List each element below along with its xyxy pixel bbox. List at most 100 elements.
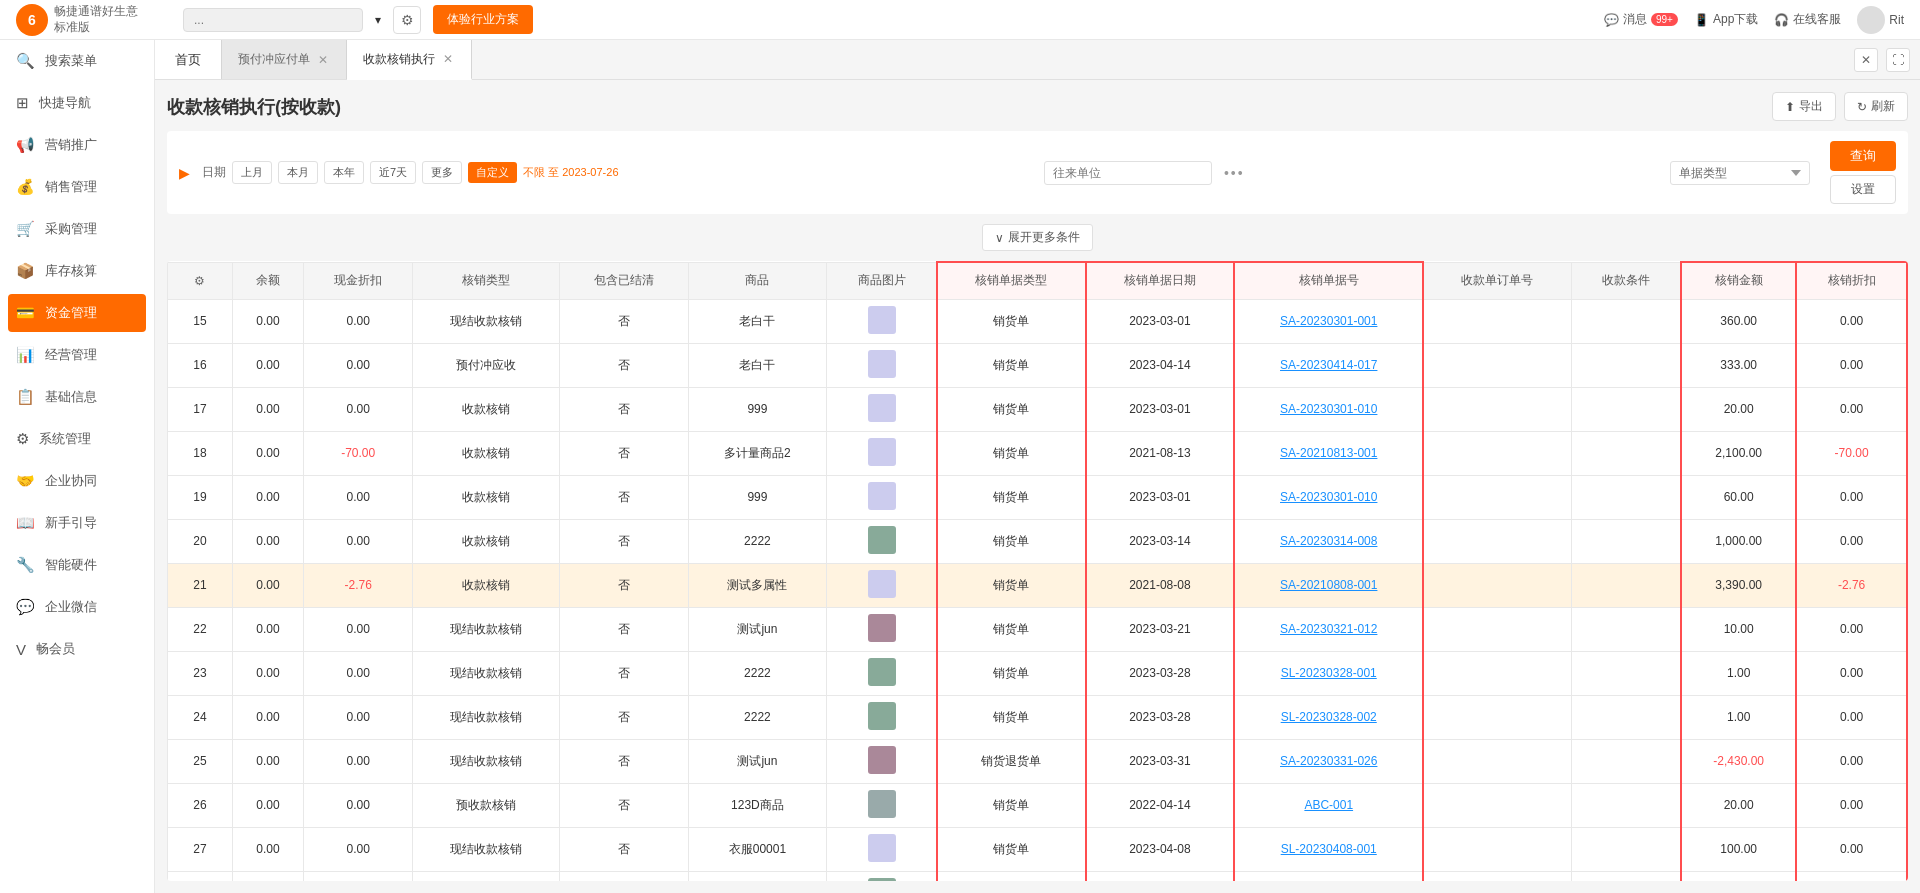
last7-btn[interactable]: 近7天 [370, 161, 416, 184]
sidebar-item-sales[interactable]: 💰 销售管理 [0, 166, 154, 208]
bill-no-link[interactable]: ABC-001 [1304, 798, 1353, 812]
bill-no-link[interactable]: SA-20230301-001 [1280, 314, 1377, 328]
row-payment-cond [1571, 607, 1681, 651]
row-payment-cond [1571, 299, 1681, 343]
more-btn[interactable]: 更多 [422, 161, 462, 184]
tab-bar-right: ✕ ⛶ [1854, 40, 1920, 79]
row-amount: 60.00 [1681, 475, 1796, 519]
tab-collection[interactable]: 收款核销执行 ✕ [347, 40, 472, 80]
sidebar-item-hardware[interactable]: 🔧 智能硬件 [0, 544, 154, 586]
row-amount: 10.00 [1681, 607, 1796, 651]
sidebar-item-search[interactable]: 🔍 搜索菜单 [0, 40, 154, 82]
settings-icon[interactable]: ⚙ [190, 271, 210, 291]
bill-no-link[interactable]: SA-20210808-001 [1280, 578, 1377, 592]
export-button[interactable]: ⬆ 导出 [1772, 92, 1836, 121]
row-type: 现结收款核销 [413, 607, 560, 651]
col-payment-cond: 收款条件 [1571, 262, 1681, 299]
tab-home[interactable]: 首页 [155, 40, 222, 79]
col-settings[interactable]: ⚙ [168, 262, 233, 299]
row-type: 收款核销 [413, 387, 560, 431]
bill-no-link[interactable]: SA-20230314-008 [1280, 534, 1377, 548]
bill-no-link[interactable]: SL-20230328-002 [1281, 710, 1377, 724]
row-bill-date: 2023-03-01 [1086, 299, 1235, 343]
row-order-no [1423, 519, 1571, 563]
bill-no-link[interactable]: SA-20230331-026 [1280, 754, 1377, 768]
row-bill-date: 2022-04-14 [1086, 783, 1235, 827]
row-img [827, 343, 937, 387]
col-balance: 余额 [232, 262, 303, 299]
row-order-no [1423, 695, 1571, 739]
maximize-button[interactable]: ⛶ [1886, 48, 1910, 72]
sidebar-item-purchase[interactable]: 🛒 采购管理 [0, 208, 154, 250]
row-bill-date: 2023-04-08 [1086, 827, 1235, 871]
bill-no-link[interactable]: SA-20230321-012 [1280, 622, 1377, 636]
sidebar: 🔍 搜索菜单 ⊞ 快捷导航 📢 营销推广 💰 销售管理 🛒 采购管理 📦 库存核… [0, 40, 155, 893]
page-content: 收款核销执行(按收款) ⬆ 导出 ↻ 刷新 ▶ 日期 上月 [155, 80, 1920, 893]
table-row: 25 0.00 0.00 现结收款核销 否 测试jun 销货退货单 2023-0… [168, 739, 1908, 783]
hardware-icon: 🔧 [16, 556, 35, 574]
expand-arrow[interactable]: ▶ [179, 165, 190, 181]
row-settled: 否 [560, 739, 688, 783]
this-month-btn[interactable]: 本月 [278, 161, 318, 184]
close-window-button[interactable]: ✕ [1854, 48, 1878, 72]
sidebar-item-marketing[interactable]: 📢 营销推广 [0, 124, 154, 166]
row-num: 26 [168, 783, 233, 827]
expand-more-btn[interactable]: ∨ 展开更多条件 [982, 224, 1093, 251]
row-num: 15 [168, 299, 233, 343]
row-cash-discount: 0.00 [304, 739, 413, 783]
breadcrumb-input[interactable] [183, 8, 363, 32]
row-discount: 0.00 [1796, 739, 1907, 783]
bill-no-link[interactable]: SA-20230414-017 [1280, 358, 1377, 372]
row-img [827, 299, 937, 343]
tab-collection-close[interactable]: ✕ [441, 50, 455, 68]
user-area[interactable]: Rit [1857, 6, 1904, 34]
bill-type-select[interactable]: 单据类型 [1670, 161, 1810, 185]
bill-no-link[interactable]: SA-20210813-001 [1280, 446, 1377, 460]
query-button[interactable]: 查询 [1830, 141, 1896, 171]
bill-no-link[interactable]: SL-20230328-001 [1281, 666, 1377, 680]
row-num: 16 [168, 343, 233, 387]
solution-button[interactable]: 体验行业方案 [433, 5, 533, 34]
row-payment-cond [1571, 739, 1681, 783]
top-bar: 6 畅捷通谱好生意 标准版 ▾ ⚙ 体验行业方案 💬 消息 99+ 📱 App下… [0, 0, 1920, 40]
sidebar-item-finance[interactable]: 💳 资金管理 [8, 294, 146, 332]
partner-input[interactable] [1044, 161, 1212, 185]
date-range-text: 不限 至 2023-07-26 [523, 165, 618, 180]
app-download-button[interactable]: 📱 App下载 [1694, 11, 1758, 28]
sidebar-item-system[interactable]: ⚙ 系统管理 [0, 418, 154, 460]
sidebar-item-inventory[interactable]: 📦 库存核算 [0, 250, 154, 292]
bill-no-link[interactable]: SA-20230301-010 [1280, 490, 1377, 504]
refresh-button[interactable]: ↻ 刷新 [1844, 92, 1908, 121]
custom-btn[interactable]: 自定义 [468, 162, 517, 183]
sidebar-item-basic[interactable]: 📋 基础信息 [0, 376, 154, 418]
bill-no-link[interactable]: SA-20230301-010 [1280, 402, 1377, 416]
online-service-button[interactable]: 🎧 在线客服 [1774, 11, 1841, 28]
gear-button[interactable]: ⚙ [393, 6, 421, 34]
row-bill-type: 销货单 [937, 343, 1086, 387]
this-year-btn[interactable]: 本年 [324, 161, 364, 184]
sidebar-item-operation[interactable]: 📊 经营管理 [0, 334, 154, 376]
sidebar-item-wechat[interactable]: 💬 企业微信 [0, 586, 154, 628]
bill-no-link[interactable]: SL-20230408-001 [1281, 842, 1377, 856]
row-img [827, 783, 937, 827]
tab-prepay-close[interactable]: ✕ [316, 51, 330, 69]
row-type: 现结收款核销 [413, 739, 560, 783]
row-payment-cond [1571, 827, 1681, 871]
sidebar-item-quick[interactable]: ⊞ 快捷导航 [0, 82, 154, 124]
row-bill-type: 销货单 [937, 783, 1086, 827]
message-button[interactable]: 💬 消息 99+ [1604, 11, 1678, 28]
date-label: 日期 [202, 164, 226, 181]
sidebar-item-corp[interactable]: 🤝 企业协同 [0, 460, 154, 502]
sidebar-item-member[interactable]: V 畅会员 [0, 628, 154, 670]
settings-button[interactable]: 设置 [1830, 175, 1896, 204]
row-amount: 1.00 [1681, 651, 1796, 695]
row-cash-discount: 0.00 [304, 651, 413, 695]
grid-icon: ⊞ [16, 94, 29, 112]
row-num: 22 [168, 607, 233, 651]
col-type: 核销类型 [413, 262, 560, 299]
last-month-btn[interactable]: 上月 [232, 161, 272, 184]
tab-prepay[interactable]: 预付冲应付单 ✕ [222, 40, 347, 79]
row-cash-discount: 0.00 [304, 299, 413, 343]
sidebar-item-guide[interactable]: 📖 新手引导 [0, 502, 154, 544]
row-cash-discount: 0.00 [304, 607, 413, 651]
